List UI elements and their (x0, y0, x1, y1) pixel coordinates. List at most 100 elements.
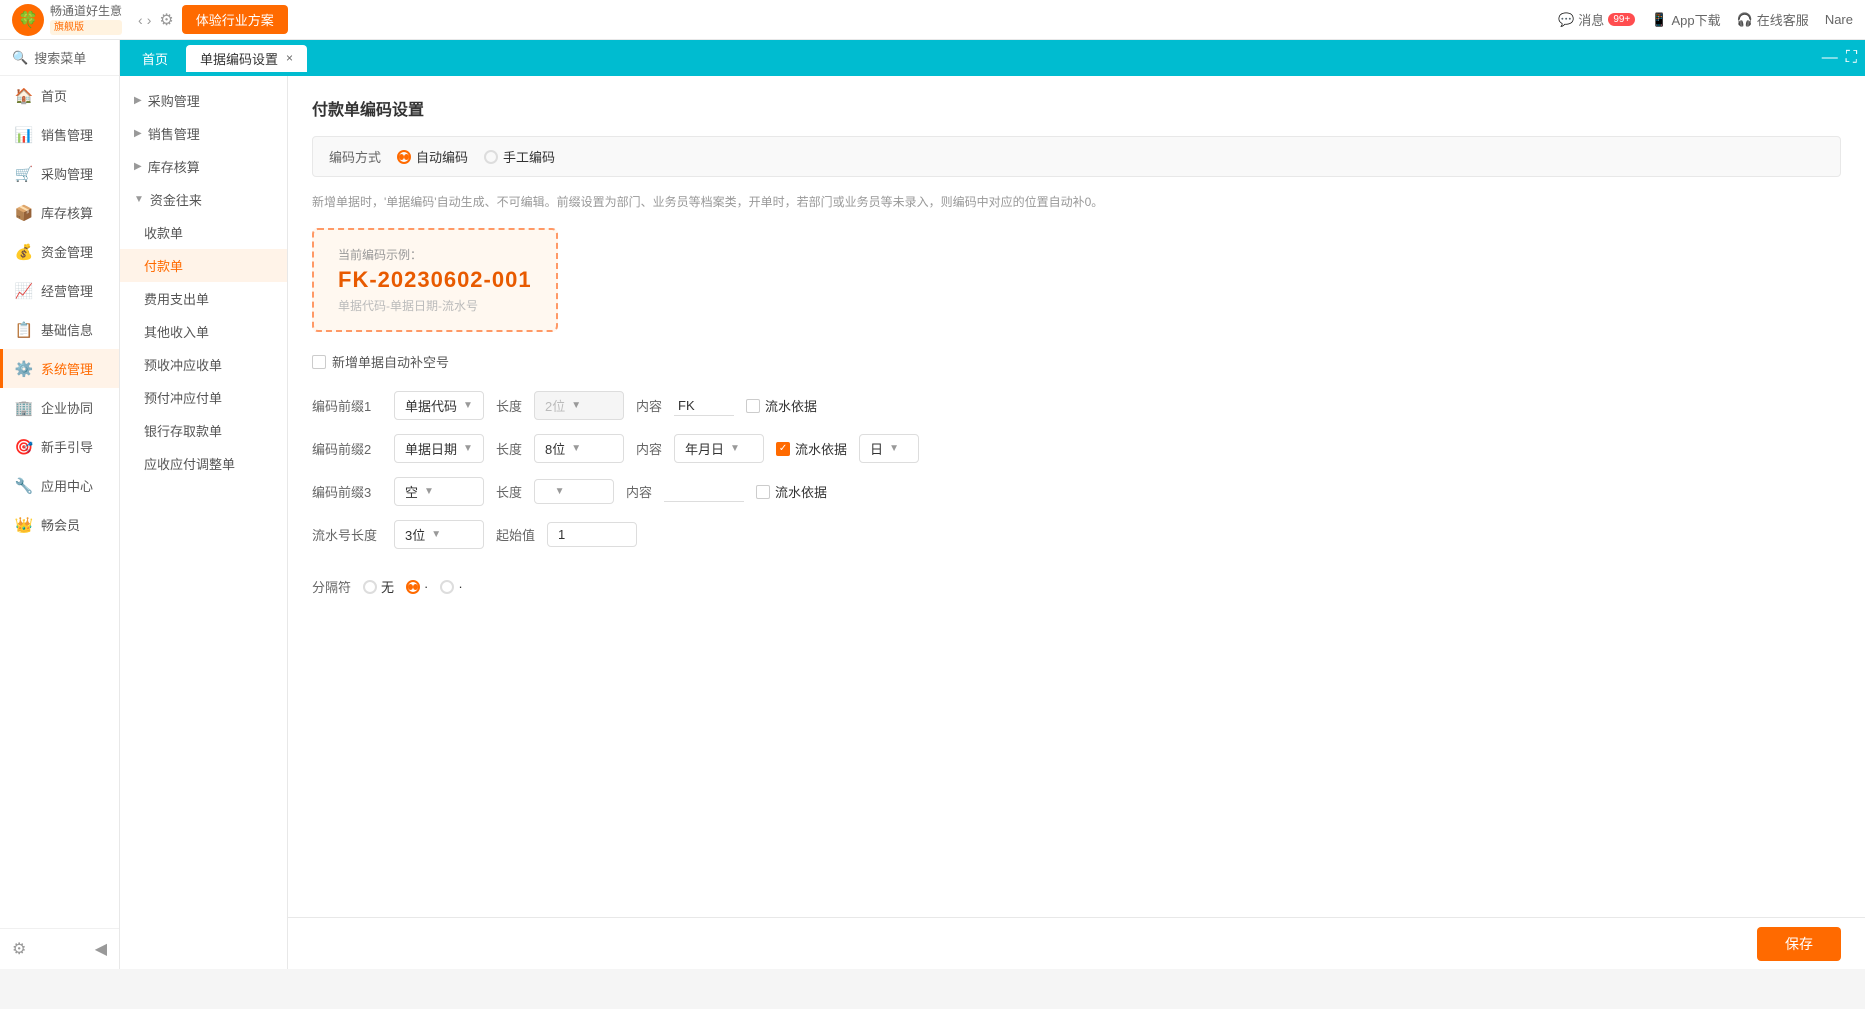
prefix2-length-select[interactable]: 8位 ▼ (534, 434, 624, 463)
apps-icon: 🔧 (15, 477, 33, 495)
prefix2-select-arrow: ▼ (463, 443, 473, 454)
page-title: 付款单编码设置 (312, 96, 1841, 120)
prefix1-length-select[interactable]: 2位 ▼ (534, 391, 624, 420)
top-bar: 🍀 畅通道好生意 旗舰版 ‹ › ⚙ 体验行业方案 💬 消息 99+ 📱 App… (0, 0, 1865, 40)
sidebar-item-member[interactable]: 👑 畅会员 (0, 505, 119, 544)
left-nav-child-receipt[interactable]: 收款单 (120, 216, 287, 249)
left-nav-finance[interactable]: ▼ 资金往来 (120, 183, 287, 216)
code-preview-label: 当前编码示例： (338, 246, 532, 263)
left-nav-sales[interactable]: ▶ 销售管理 (120, 117, 287, 150)
prefix1-serial-checkbox[interactable] (746, 399, 760, 413)
logo-badge: 旗舰版 (50, 20, 122, 35)
tab-fullscreen-icon[interactable]: ⛶ (1846, 49, 1857, 67)
sidebar-item-enterprise[interactable]: 🏢 企业协同 (0, 388, 119, 427)
prefix1-length-arrow: ▼ (571, 400, 581, 411)
prefix2-serial-checkbox[interactable]: ✓ (776, 442, 790, 456)
prefix1-label: 编码前缀1 (312, 396, 382, 415)
prefix1-serial-check[interactable]: 流水依据 (746, 396, 817, 415)
prefix2-serial-check[interactable]: ✓ 流水依据 (776, 439, 847, 458)
sidebar-search[interactable]: 🔍 搜索菜单 (0, 40, 119, 76)
left-nav-child-prepay-payable[interactable]: 预付冲应付单 (120, 381, 287, 414)
separator-dot2-circle (440, 580, 454, 594)
enterprise-icon: 🏢 (15, 399, 33, 417)
prefix2-length-label: 长度 (496, 439, 522, 458)
download-button[interactable]: 📱 App下载 (1651, 10, 1720, 29)
separator-row: 分隔符 无 · · (312, 577, 1841, 596)
prefix2-label: 编码前缀2 (312, 439, 382, 458)
prefix1-length-label: 长度 (496, 396, 522, 415)
prefix2-serial-sub-select[interactable]: 日 ▼ (859, 434, 919, 463)
download-icon: 📱 (1651, 12, 1667, 28)
prefix2-content-select[interactable]: 年月日 ▼ (674, 434, 764, 463)
left-nav-group-finance: ▼ 资金往来 收款单 付款单 费用支出单 其他收入单 预收冲应收单 预付冲应付单… (120, 183, 287, 480)
main-container: 首页 单据编码设置 × — ⛶ ▶ 采购管理 ▶ 销售管理 (120, 40, 1865, 969)
auto-encode-radio[interactable]: 自动编码 (397, 147, 468, 166)
manual-encode-radio[interactable]: 手工编码 (484, 147, 555, 166)
prefix3-content-label: 内容 (626, 482, 652, 501)
left-nav: ▶ 采购管理 ▶ 销售管理 ▶ 库存核算 ▼ 资金往来 (120, 76, 288, 969)
separator-options: 无 · · (363, 577, 463, 596)
prefix3-length-label: 长度 (496, 482, 522, 501)
serial-length-arrow: ▼ (431, 529, 441, 540)
prefix1-select[interactable]: 单据代码 ▼ (394, 391, 484, 420)
auto-fill-checkbox[interactable] (312, 355, 326, 369)
sidebar-item-home[interactable]: 🏠 首页 (0, 76, 119, 115)
separator-dot1[interactable]: · (406, 579, 428, 594)
prefix3-length-select[interactable]: ▼ (534, 479, 614, 504)
sidebar-bottom: ⚙ ◀ (0, 928, 119, 969)
left-nav-child-payment[interactable]: 付款单 (120, 249, 287, 282)
left-nav-child-adjust[interactable]: 应收应付调整单 (120, 447, 287, 480)
tab-home[interactable]: 首页 (128, 45, 182, 72)
prefix2-serial-sub-arrow: ▼ (889, 443, 899, 454)
sidebar-item-system[interactable]: ⚙️ 系统管理 (0, 349, 119, 388)
arrow-down-icon: ▼ (134, 194, 144, 205)
sidebar-item-purchase[interactable]: 🛒 采购管理 (0, 154, 119, 193)
left-nav-child-prepay-receivable[interactable]: 预收冲应收单 (120, 348, 287, 381)
messages-button[interactable]: 💬 消息 99+ (1558, 10, 1635, 29)
save-button[interactable]: 保存 (1757, 927, 1841, 961)
info-tip: 新增单据时，'单据编码'自动生成、不可编辑。前缀设置为部门、业务员等档案类，开单… (312, 193, 1841, 212)
industry-button[interactable]: 体验行业方案 (182, 5, 288, 34)
prefix3-content-input[interactable] (664, 482, 744, 502)
settings-bottom-icon[interactable]: ⚙ (12, 939, 26, 959)
prefix1-content-input[interactable] (674, 396, 734, 416)
tab-current[interactable]: 单据编码设置 × (186, 45, 307, 72)
arrow-right-icon: ▶ (134, 95, 142, 106)
left-nav-child-expense[interactable]: 费用支出单 (120, 282, 287, 315)
left-nav-child-bank[interactable]: 银行存取款单 (120, 414, 287, 447)
home-icon: 🏠 (15, 87, 33, 105)
prefix1-content-label: 内容 (636, 396, 662, 415)
prefix2-select[interactable]: 单据日期 ▼ (394, 434, 484, 463)
tab-restore-icon[interactable]: — (1822, 49, 1838, 67)
separator-dot2[interactable]: · (440, 579, 462, 594)
nav-forward-icon[interactable]: › (147, 12, 152, 28)
sidebar-item-sales[interactable]: 📊 销售管理 (0, 115, 119, 154)
gear-icon[interactable]: ⚙ (159, 10, 173, 30)
start-value-label: 起始值 (496, 525, 535, 544)
service-button[interactable]: 🎧 在线客服 (1737, 10, 1809, 29)
prefix3-serial-checkbox[interactable] (756, 485, 770, 499)
form-row-serial: 流水号长度 3位 ▼ 起始值 (312, 520, 1841, 549)
sidebar-item-operations[interactable]: 📈 经营管理 (0, 271, 119, 310)
separator-none[interactable]: 无 (363, 577, 394, 596)
collapse-icon[interactable]: ◀ (95, 939, 107, 959)
manual-encode-radio-circle (484, 150, 498, 164)
sidebar-item-inventory[interactable]: 📦 库存核算 (0, 193, 119, 232)
left-nav-inventory[interactable]: ▶ 库存核算 (120, 150, 287, 183)
sidebar-item-apps[interactable]: 🔧 应用中心 (0, 466, 119, 505)
sidebar-item-finance[interactable]: 💰 资金管理 (0, 232, 119, 271)
prefix3-serial-check[interactable]: 流水依据 (756, 482, 827, 501)
tab-close-icon[interactable]: × (286, 51, 293, 65)
left-nav-purchase[interactable]: ▶ 采购管理 (120, 84, 287, 117)
nav-back-icon[interactable]: ‹ (138, 12, 143, 28)
separator-dot1-circle (406, 580, 420, 594)
serial-length-select[interactable]: 3位 ▼ (394, 520, 484, 549)
sidebar-item-base[interactable]: 📋 基础信息 (0, 310, 119, 349)
prefix3-select[interactable]: 空 ▼ (394, 477, 484, 506)
purchase-icon: 🛒 (15, 165, 33, 183)
left-nav-child-other-income[interactable]: 其他收入单 (120, 315, 287, 348)
nav-arrows[interactable]: ‹ › (138, 12, 151, 28)
sidebar-item-guide[interactable]: 🎯 新手引导 (0, 427, 119, 466)
user-name[interactable]: Nare (1825, 12, 1853, 27)
start-value-input[interactable] (547, 522, 637, 547)
